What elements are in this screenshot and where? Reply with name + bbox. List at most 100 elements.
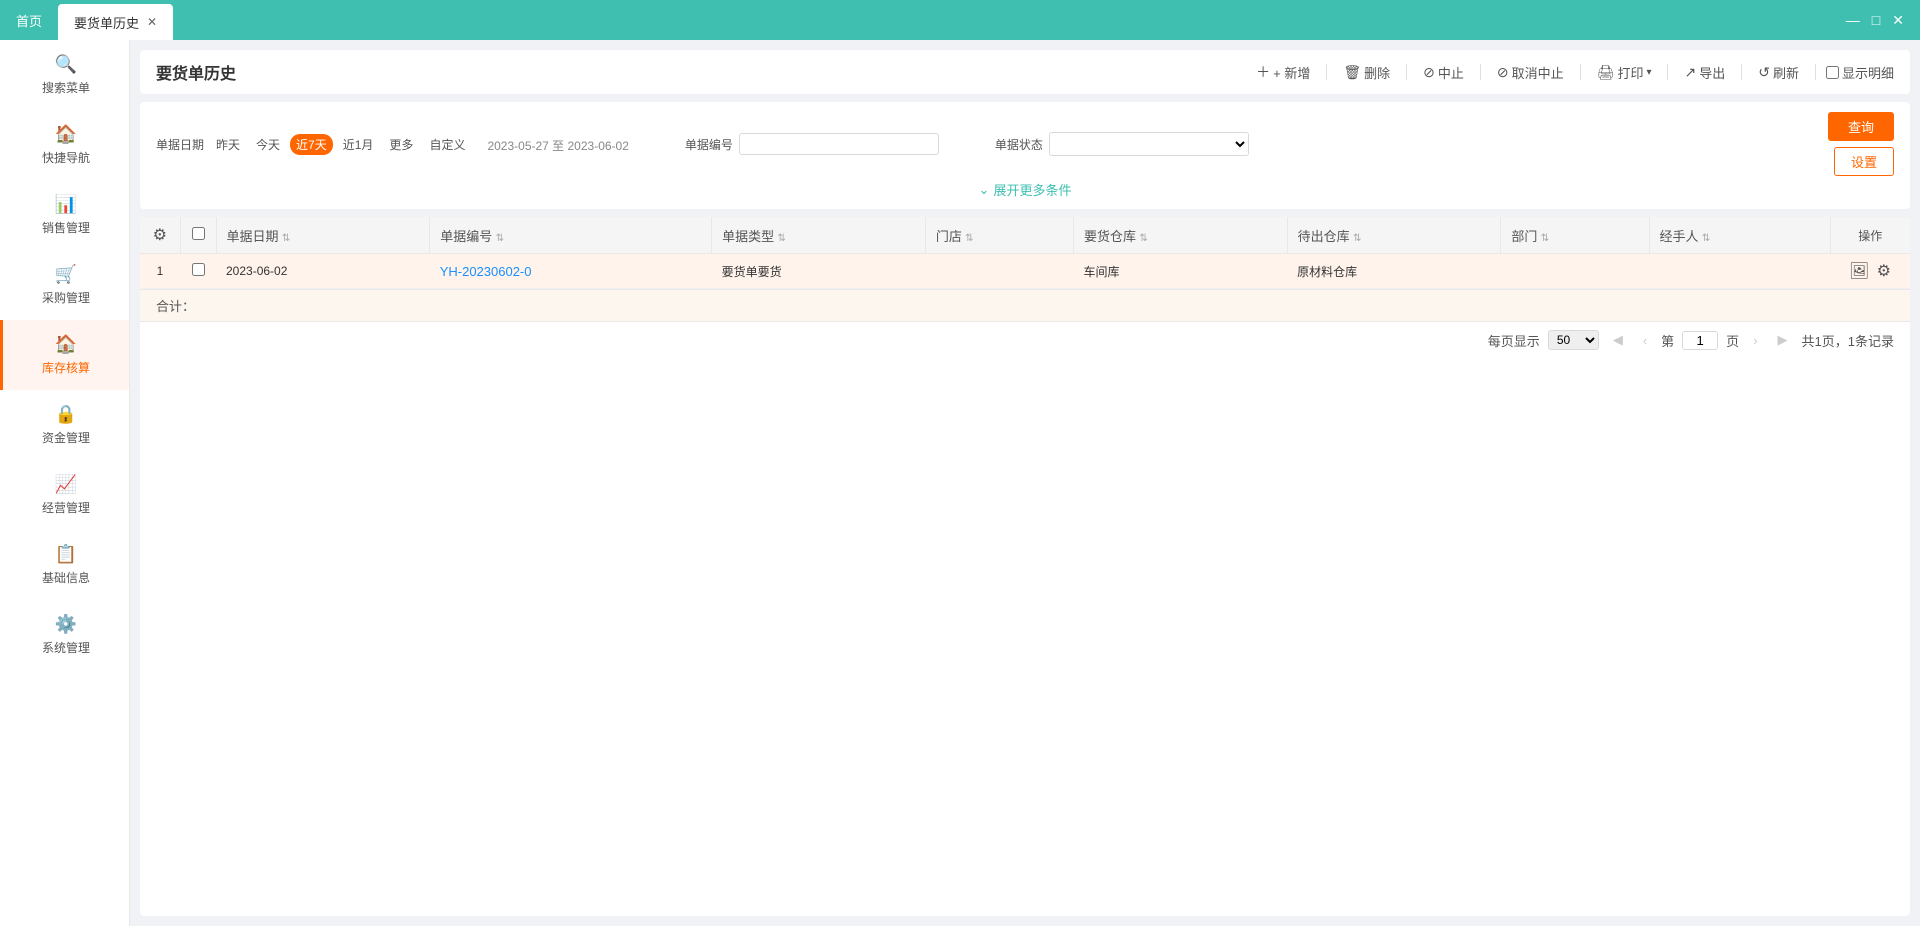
expand-more-row[interactable]: ⌄ 展开更多条件 (156, 180, 1894, 199)
cell-handler (1649, 254, 1830, 289)
quick-nav-icon: 🏠 (55, 124, 77, 145)
col-store[interactable]: 门店 ⇅ (925, 217, 1073, 254)
sidebar-item-basic-info[interactable]: 📋 基础信息 (0, 530, 129, 600)
window-controls: — □ ✕ (1846, 12, 1920, 29)
toolbar: ＋ + 新增 🗑 删除 ⊘ 中止 ⊘ 取消中止 (1250, 59, 1894, 85)
page-title: 要货单历史 (156, 60, 236, 84)
table-settings-icon[interactable]: ⚙ (153, 227, 167, 244)
table-wrapper: ⚙ 单据日期 ⇅ 单据编号 ⇅ (140, 217, 1910, 916)
sort-date-icon: ⇅ (282, 233, 290, 244)
page-suffix: 页 (1726, 331, 1739, 350)
row-checkbox[interactable] (192, 263, 205, 276)
table-footer: 合计： (140, 289, 1910, 321)
tab-requisition-history[interactable]: 要货单历史 ✕ (58, 4, 173, 40)
settings-button[interactable]: 设置 (1834, 147, 1894, 176)
col-date[interactable]: 单据日期 ⇅ (216, 217, 430, 254)
prev-page-button[interactable]: ‹ (1637, 331, 1653, 350)
chip-custom[interactable]: 自定义 (423, 134, 471, 155)
sort-store-icon: ⇅ (965, 233, 973, 244)
tab-home[interactable]: 首页 (0, 0, 58, 40)
footer-total-label: 合计： (156, 296, 195, 315)
filter-row: 单据日期 昨天 今天 近7天 近1月 更多 自定义 2023-05-27 至 2… (156, 112, 1894, 176)
col-doc-no[interactable]: 单据编号 ⇅ (430, 217, 712, 254)
search-menu-icon: 🔍 (55, 54, 77, 75)
table-body: 1 2023-06-02 YH-20230602-0 要货单要货 车间库 原材料… (140, 254, 1910, 289)
stop-button[interactable]: ⊘ 中止 (1417, 60, 1470, 85)
date-chips: 昨天 今天 近7天 近1月 更多 自定义 (210, 134, 471, 155)
page-size-select[interactable]: 50 10 20 100 (1548, 330, 1599, 350)
col-settings[interactable]: ⚙ (140, 217, 180, 254)
col-checkbox (180, 217, 216, 254)
divider-2 (1406, 64, 1407, 80)
last-page-button[interactable]: ▶ (1772, 330, 1794, 350)
doc-no-link[interactable]: YH-20230602-0 (440, 264, 532, 279)
sidebar-item-sales-mgmt[interactable]: 📊 销售管理 (0, 180, 129, 250)
sidebar-item-search-menu[interactable]: 🔍 搜索菜单 (0, 40, 129, 110)
pagination: 每页显示 50 10 20 100 ◀ ‹ 第 页 › ▶ 共1页，1条记录 (140, 321, 1910, 358)
row-view-icon[interactable]: 🖼 (1849, 263, 1869, 280)
sidebar-item-sys-mgmt[interactable]: ⚙️ 系统管理 (0, 600, 129, 670)
sidebar-item-inventory[interactable]: 🏠 库存核算 (0, 320, 129, 390)
add-button[interactable]: ＋ + 新增 (1250, 59, 1316, 85)
chip-today[interactable]: 今天 (250, 134, 286, 155)
page-number-input[interactable] (1682, 331, 1718, 350)
add-icon: ＋ (1256, 62, 1270, 82)
status-select[interactable] (1049, 132, 1249, 156)
doc-no-label: 单据编号 (685, 136, 733, 153)
col-req-warehouse[interactable]: 要货仓库 ⇅ (1073, 217, 1287, 254)
minimize-icon[interactable]: — (1846, 12, 1860, 28)
data-table: ⚙ 单据日期 ⇅ 单据编号 ⇅ (140, 217, 1910, 289)
query-button[interactable]: 查询 (1828, 112, 1894, 141)
col-actions: 操作 (1830, 217, 1910, 254)
print-icon: 🖨 (1597, 64, 1615, 81)
chip-more[interactable]: 更多 (383, 134, 419, 155)
display-detail-toggle[interactable]: 显示明细 (1826, 63, 1894, 82)
refresh-button[interactable]: ↺ 刷新 (1752, 60, 1805, 85)
basic-info-icon: 📋 (55, 544, 77, 565)
cell-actions: 🖼 ⚙ (1830, 254, 1910, 289)
divider-6 (1741, 64, 1742, 80)
print-button[interactable]: 🖨 打印 ▾ (1591, 60, 1658, 85)
cell-doc-type: 要货单要货 (712, 254, 926, 289)
export-icon: ↗ (1684, 64, 1696, 81)
status-label: 单据状态 (995, 136, 1043, 153)
next-page-button[interactable]: › (1747, 331, 1763, 350)
chip-yesterday[interactable]: 昨天 (210, 134, 246, 155)
divider-5 (1667, 64, 1668, 80)
sidebar-item-finance-mgmt[interactable]: 🔒 资金管理 (0, 390, 129, 460)
date-filter: 单据日期 昨天 今天 近7天 近1月 更多 自定义 (156, 134, 471, 155)
delete-button[interactable]: 🗑 删除 (1337, 60, 1396, 85)
sys-mgmt-icon: ⚙️ (55, 614, 77, 635)
col-pending-warehouse[interactable]: 待出仓库 ⇅ (1287, 217, 1501, 254)
cell-date: 2023-06-02 (216, 254, 430, 289)
close-icon[interactable]: ✕ (1892, 12, 1904, 29)
sidebar-item-purchase-mgmt[interactable]: 🛒 采购管理 (0, 250, 129, 320)
table-header-row: ⚙ 单据日期 ⇅ 单据编号 ⇅ (140, 217, 1910, 254)
chip-7days[interactable]: 近7天 (290, 134, 333, 155)
select-all-checkbox[interactable] (192, 227, 205, 240)
col-handler[interactable]: 经手人 ⇅ (1649, 217, 1830, 254)
top-bar: 首页 要货单历史 ✕ — □ ✕ (0, 0, 1920, 40)
doc-no-input[interactable] (739, 133, 939, 155)
display-detail-checkbox[interactable] (1826, 66, 1839, 79)
divider-3 (1480, 64, 1481, 80)
cell-check (180, 254, 216, 289)
cancel-stop-button[interactable]: ⊘ 取消中止 (1491, 60, 1570, 85)
row-more-icon[interactable]: ⚙ (1877, 263, 1891, 280)
sidebar-item-operations-mgmt[interactable]: 📈 经营管理 (0, 460, 129, 530)
finance-mgmt-icon: 🔒 (55, 404, 77, 425)
export-button[interactable]: ↗ 导出 (1678, 60, 1731, 85)
first-page-button[interactable]: ◀ (1607, 330, 1629, 350)
chip-1month[interactable]: 近1月 (337, 134, 380, 155)
col-dept[interactable]: 部门 ⇅ (1501, 217, 1649, 254)
sidebar-item-quick-nav[interactable]: 🏠 快捷导航 (0, 110, 129, 180)
cell-req-warehouse: 车间库 (1073, 254, 1287, 289)
status-filter: 单据状态 (995, 132, 1249, 156)
maximize-icon[interactable]: □ (1872, 12, 1880, 28)
col-doc-type[interactable]: 单据类型 ⇅ (712, 217, 926, 254)
sort-handler-icon: ⇅ (1702, 233, 1710, 244)
cell-seq: 1 (140, 254, 180, 289)
operations-mgmt-icon: 📈 (55, 474, 77, 495)
purchase-mgmt-icon: 🛒 (55, 264, 77, 285)
tab-close-icon[interactable]: ✕ (147, 15, 157, 29)
